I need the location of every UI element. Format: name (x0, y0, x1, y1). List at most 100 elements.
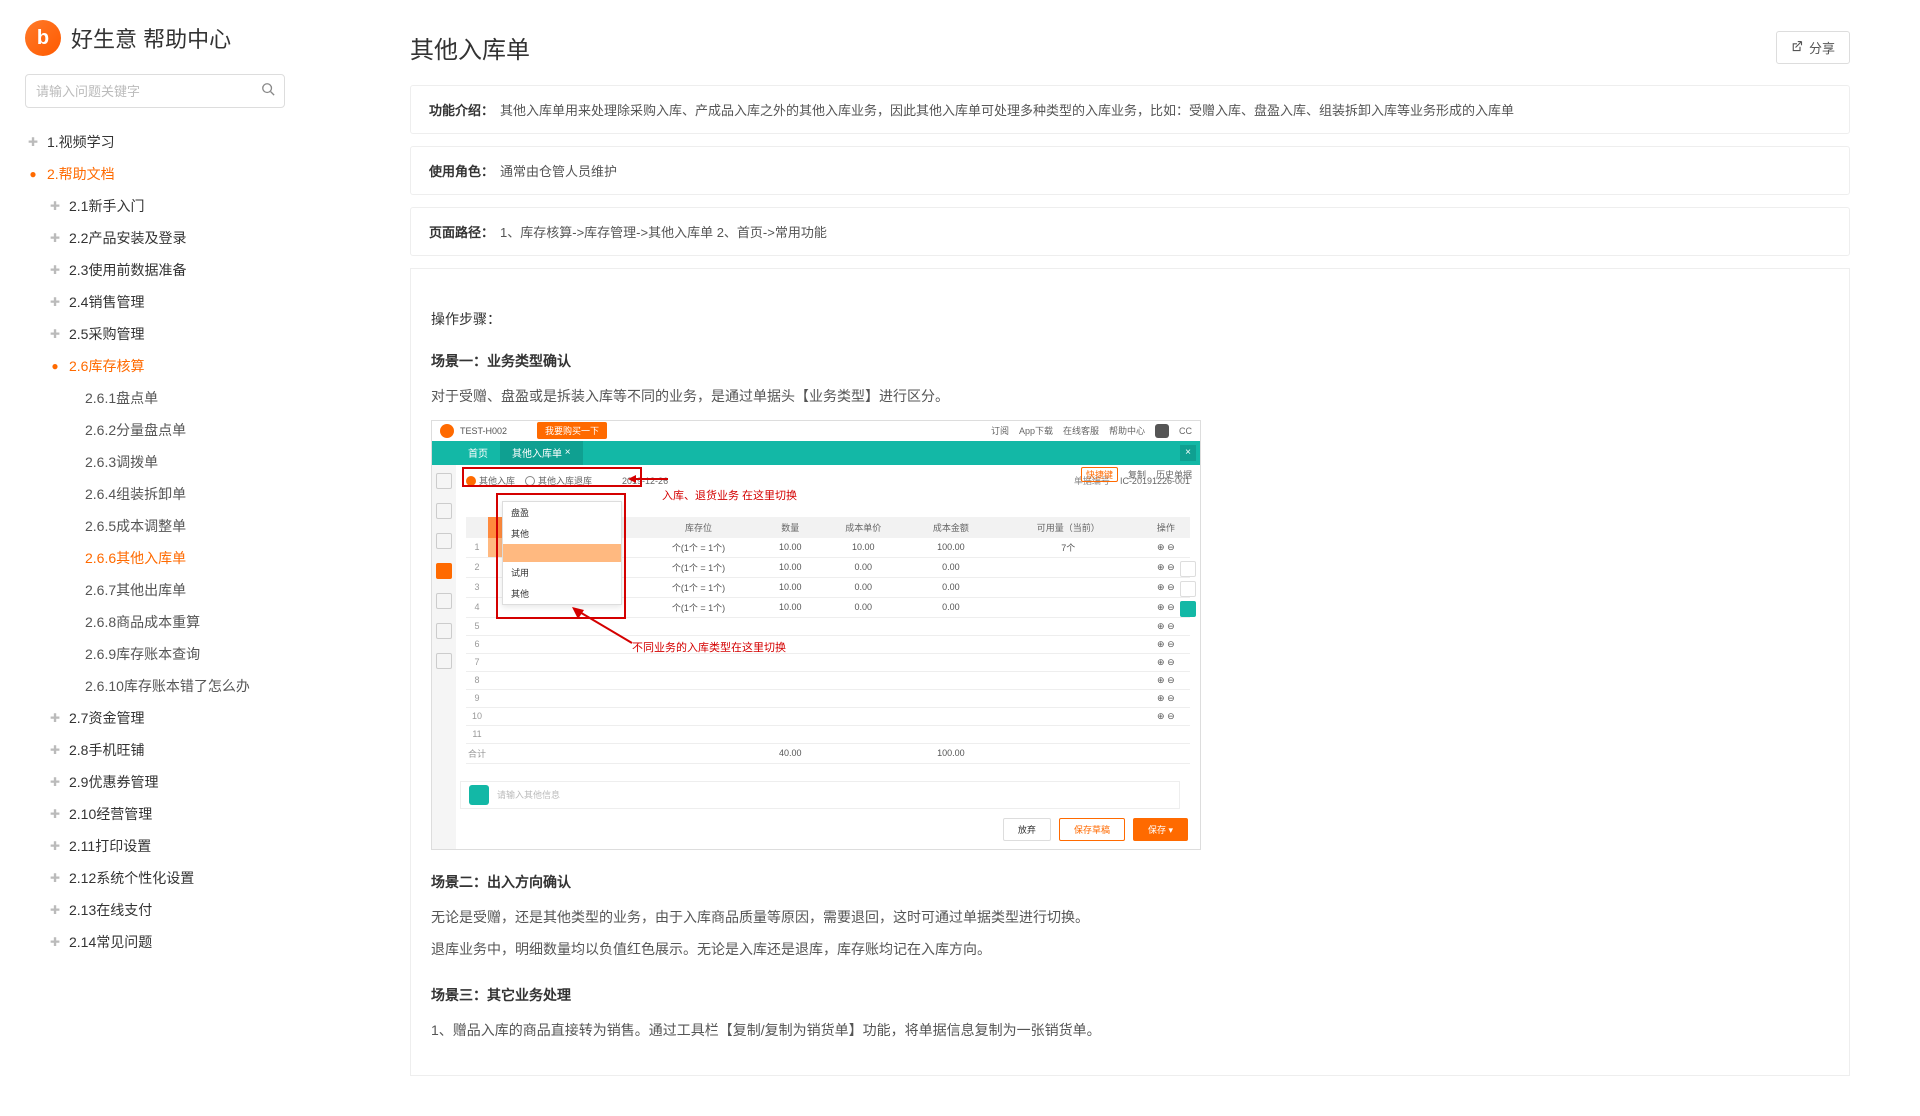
nav-item-video[interactable]: ✚1.视频学习 (25, 126, 310, 158)
ss-totals: 合计40.00100.00 (466, 743, 1190, 763)
nav-item-2-1[interactable]: ✚2.1新手入门 (25, 190, 310, 222)
ss-sidetool-icon (1180, 581, 1196, 597)
info-function-label: 功能介绍： (429, 103, 494, 118)
plus-icon: ✚ (47, 766, 63, 798)
ss-row: 10⊕ ⊖ (466, 707, 1190, 725)
nav-item-2-5[interactable]: ✚2.5采购管理 (25, 318, 310, 350)
share-icon (1791, 40, 1803, 55)
ss-remark: 请输入其他信息 (460, 781, 1180, 809)
nav-item-2-6-5[interactable]: 2.6.5成本调整单 (25, 510, 310, 542)
ss-arrow-icon (572, 607, 642, 647)
ss-nav-icon (436, 473, 452, 489)
ss-tab-active: 其他入库单 × (500, 441, 583, 465)
ss-top-link: 订阅 (991, 424, 1009, 437)
nav-item-2-4[interactable]: ✚2.4销售管理 (25, 286, 310, 318)
info-function: 功能介绍：其他入库单用来处理除采购入库、产成品入库之外的其他入库业务，因此其他入… (410, 85, 1850, 134)
ss-th: 数量 (761, 517, 819, 538)
ss-row: 9⊕ ⊖ (466, 689, 1190, 707)
ss-btn-cancel: 放弃 (1003, 818, 1051, 841)
plus-icon: ✚ (47, 926, 63, 958)
nav-item-2-9[interactable]: ✚2.9优惠券管理 (25, 766, 310, 798)
scene2-title: 场景二：出入方向确认 (431, 872, 1829, 892)
info-path-label: 页面路径： (429, 225, 494, 240)
nav-item-2-6-1[interactable]: 2.6.1盘点单 (25, 382, 310, 414)
plus-icon: ✚ (47, 254, 63, 286)
nav-item-2-13[interactable]: ✚2.13在线支付 (25, 894, 310, 926)
scene1-title: 场景一：业务类型确认 (431, 351, 1829, 371)
share-button[interactable]: 分享 (1776, 31, 1850, 64)
ss-tenant: TEST-H002 (460, 426, 507, 436)
ss-tab-home: 首页 (456, 441, 500, 465)
embedded-screenshot: TEST-H002 我要购买一下 订阅 App下载 在线客服 帮助中心 CC 首… (431, 420, 1201, 850)
ss-top-link: 帮助中心 (1109, 424, 1145, 437)
nav-item-2-6-10[interactable]: 2.6.10库存账本错了怎么办 (25, 670, 310, 702)
nav-item-2-8[interactable]: ✚2.8手机旺铺 (25, 734, 310, 766)
ss-remark-icon (469, 785, 489, 805)
scene3-title: 场景三：其它业务处理 (431, 985, 1829, 1005)
plus-icon: ✚ (47, 734, 63, 766)
nav-item-2-6-8[interactable]: 2.6.8商品成本重算 (25, 606, 310, 638)
steps-container: 操作步骤： 场景一：业务类型确认 对于受赠、盘盈或是拆装入库等不同的业务，是通过… (410, 268, 1850, 1076)
steps-label: 操作步骤： (431, 309, 1829, 329)
main-content: 其他入库单 分享 功能介绍：其他入库单用来处理除采购入库、产成品入库之外的其他入… (310, 0, 1910, 1116)
nav-item-2-6[interactable]: ●2.6库存核算 (25, 350, 310, 382)
ss-top-right: 订阅 App下载 在线客服 帮助中心 CC (991, 424, 1192, 438)
nav-item-2-7[interactable]: ✚2.7资金管理 (25, 702, 310, 734)
info-role-label: 使用角色： (429, 164, 494, 179)
ss-annotation-box (496, 493, 626, 619)
scene2-body2: 退库业务中，明细数量均以负值红色展示。无论是入库还是退库，库存账均记在入库方向。 (431, 936, 1829, 963)
ss-annotation-text-1: 入库、退货业务 在这里切换 (662, 487, 797, 503)
search-wrap (25, 74, 285, 108)
ss-th: 库存位 (636, 517, 762, 538)
ss-sidetool-icon (1180, 561, 1196, 577)
nav-item-2-10[interactable]: ✚2.10经营管理 (25, 798, 310, 830)
ss-top-link: 在线客服 (1063, 424, 1099, 437)
sidebar: b 好生意 帮助中心 ✚1.视频学习 ●2.帮助文档 ✚2.1新手入门 ✚2.2… (0, 0, 310, 1116)
scene2-body1: 无论是受赠，还是其他类型的业务，由于入库商品质量等原因，需要退回，这时可通过单据… (431, 904, 1829, 931)
ss-nav-icon (436, 533, 452, 549)
ss-remark-placeholder: 请输入其他信息 (497, 788, 560, 801)
info-role-text: 通常由仓管人员维护 (500, 164, 617, 179)
nav-item-2-6-6[interactable]: 2.6.6其他入库单 (25, 542, 310, 574)
nav-item-2-6-3[interactable]: 2.6.3调拨单 (25, 446, 310, 478)
ss-row: 8⊕ ⊖ (466, 671, 1190, 689)
ss-arrow-icon (628, 469, 668, 489)
nav-item-2-6-2[interactable]: 2.6.2分量盘点单 (25, 414, 310, 446)
plus-icon: ✚ (25, 126, 41, 158)
nav-item-2-3[interactable]: ✚2.3使用前数据准备 (25, 254, 310, 286)
ss-nav-icon (436, 593, 452, 609)
ss-logo-icon (440, 424, 454, 438)
ss-th: 操作 (1142, 517, 1190, 538)
nav-item-2-11[interactable]: ✚2.11打印设置 (25, 830, 310, 862)
ss-th: 可用量（当前） (995, 517, 1142, 538)
plus-icon: ✚ (47, 798, 63, 830)
nav-item-2-14[interactable]: ✚2.14常见问题 (25, 926, 310, 958)
nav-item-2-6-9[interactable]: 2.6.9库存账本查询 (25, 638, 310, 670)
ss-username: CC (1179, 426, 1192, 436)
plus-icon: ✚ (47, 702, 63, 734)
nav-item-2-12[interactable]: ✚2.12系统个性化设置 (25, 862, 310, 894)
plus-icon: ✚ (47, 894, 63, 926)
ss-nav-icon (436, 623, 452, 639)
ss-th: 成本金额 (907, 517, 995, 538)
nav-item-2-6-4[interactable]: 2.6.4组装拆卸单 (25, 478, 310, 510)
ss-nav-icon (436, 653, 452, 669)
ss-toolbar-right: 快捷键 复制 历史单据 (1081, 467, 1192, 482)
ss-annotation-text-2: 不同业务的入库类型在这里切换 (632, 639, 786, 655)
ss-tool-shortcut: 快捷键 (1081, 467, 1118, 482)
ss-annotation-box (462, 467, 642, 487)
ss-close-all-icon: × (1180, 445, 1196, 461)
ss-row: 11 (466, 725, 1190, 743)
nav-item-2-2[interactable]: ✚2.2产品安装及登录 (25, 222, 310, 254)
ss-sidetools (1180, 561, 1198, 617)
search-input[interactable] (25, 74, 285, 108)
ss-leftnav (432, 465, 456, 849)
nav-tree: ✚1.视频学习 ●2.帮助文档 ✚2.1新手入门 ✚2.2产品安装及登录 ✚2.… (25, 126, 310, 958)
plus-icon: ✚ (47, 222, 63, 254)
ss-tabbar: 首页 其他入库单 × × (432, 441, 1200, 465)
minus-icon: ● (25, 158, 41, 190)
nav-item-help-docs[interactable]: ●2.帮助文档 (25, 158, 310, 190)
ss-row: 7⊕ ⊖ (466, 653, 1190, 671)
nav-item-2-6-7[interactable]: 2.6.7其他出库单 (25, 574, 310, 606)
scene1-body: 对于受赠、盘盈或是拆装入库等不同的业务，是通过单据头【业务类型】进行区分。 (431, 383, 1829, 410)
